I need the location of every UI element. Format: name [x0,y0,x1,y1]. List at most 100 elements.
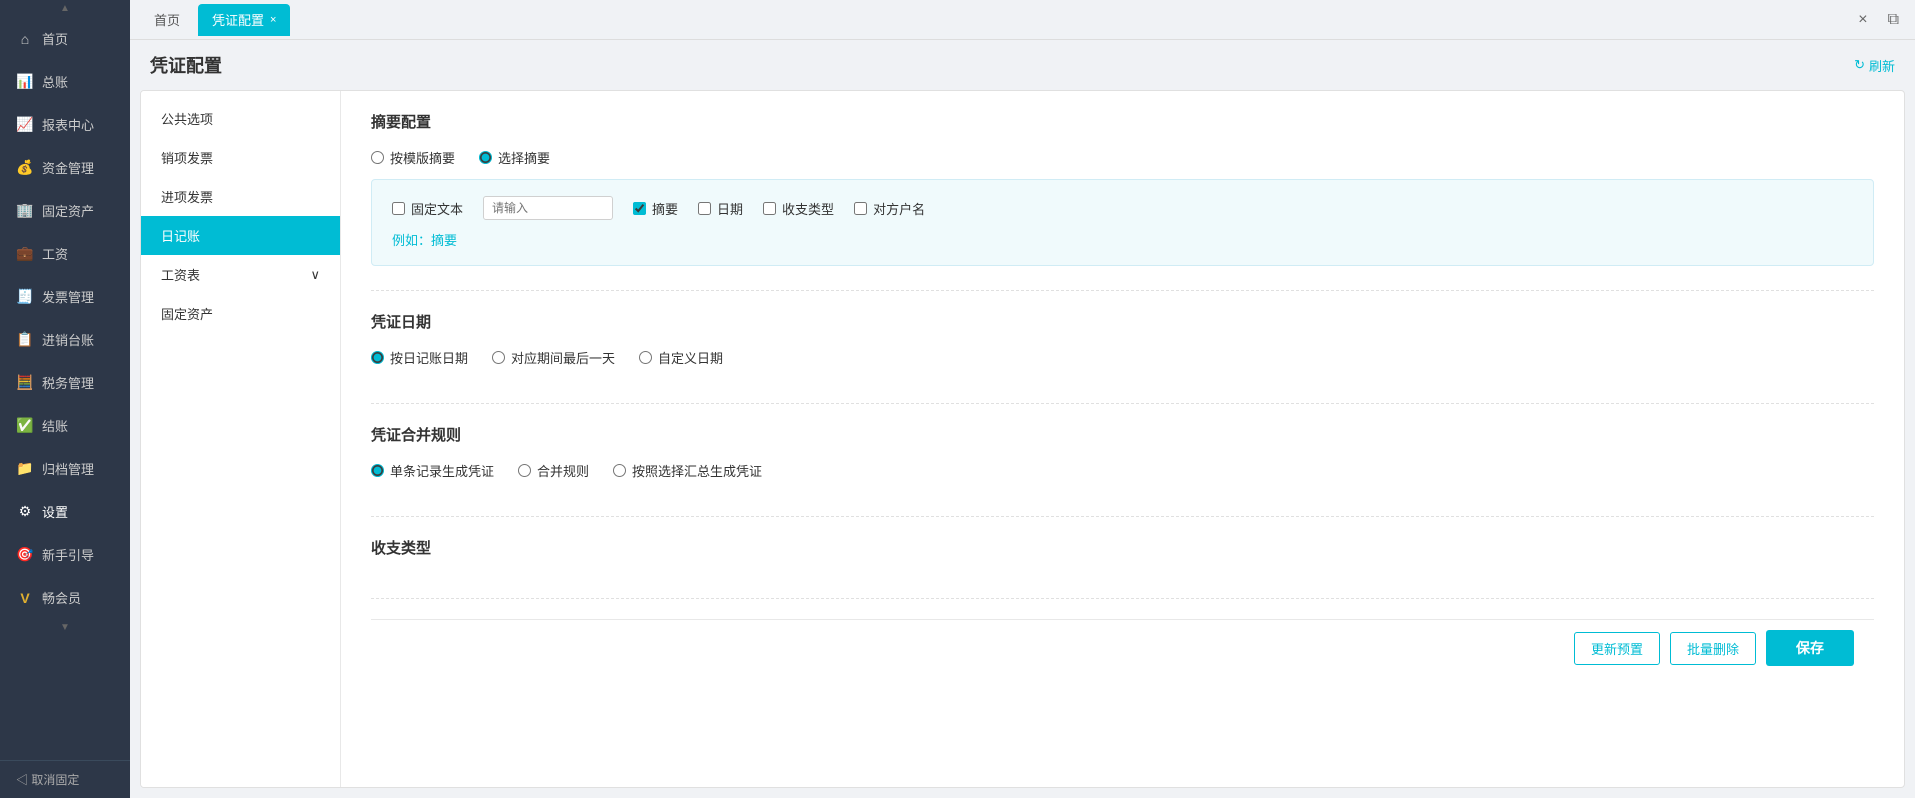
sidebar-item-member[interactable]: V 畅会员 [0,576,130,619]
tab-home[interactable]: 首页 [140,4,194,36]
fund-management-icon: 💰 [16,159,34,176]
radio-select-summary[interactable]: 选择摘要 [479,148,550,167]
home-icon: ⌂ [16,31,34,47]
restore-window-button[interactable]: ⧉ [1882,9,1905,31]
sales-ledger-icon: 📋 [16,331,34,348]
beginner-guide-icon: 🎯 [16,546,34,563]
tax-management-icon: 🧮 [16,374,34,391]
checkbox-date[interactable]: 日期 [698,199,743,218]
radio-by-journal-date[interactable]: 按日记账日期 [371,348,468,367]
payroll-icon: 💼 [16,245,34,262]
archive-management-icon: 📁 [16,460,34,477]
settlement-icon: ✅ [16,417,34,434]
fixed-text-input[interactable] [483,196,613,220]
refresh-icon: ↻ [1854,57,1865,73]
sidebar-item-archive-management[interactable]: 📁 归档管理 [0,447,130,490]
cancel-pin-button[interactable]: ◁ 取消固定 [0,760,130,798]
radio-last-day-of-period[interactable]: 对应期间最后一天 [492,348,615,367]
sidebar-scroll-down[interactable]: ▼ [0,619,130,636]
checkbox-counterparty-name-input[interactable] [854,202,867,215]
save-button[interactable]: 保存 [1766,630,1854,666]
checkbox-income-expense-type[interactable]: 收支类型 [763,199,834,218]
page-content: 凭证配置 ↻ 刷新 公共选项 销项发票 进项发票 日记账 [130,40,1915,798]
sidebar-item-settlement[interactable]: ✅ 结账 [0,404,130,447]
sidebar-item-payroll[interactable]: 💼 工资 [0,232,130,275]
radio-single-record-input[interactable] [371,464,384,477]
voucher-date-radio-group: 按日记账日期 对应期间最后一天 自定义日期 [371,348,1874,367]
radio-select-aggregate[interactable]: 按照选择汇总生成凭证 [613,461,762,480]
checkbox-income-expense-type-input[interactable] [763,202,776,215]
radio-template-summary[interactable]: 按模版摘要 [371,148,455,167]
sidebar-item-tax-management[interactable]: 🧮 税务管理 [0,361,130,404]
checkbox-date-input[interactable] [698,202,711,215]
sidebar-item-settings[interactable]: ⚙ 设置 [0,490,130,533]
menu-item-journal[interactable]: 日记账 [141,216,340,255]
voucher-merge-rule-radio-group: 单条记录生成凭证 合并规则 按照选择汇总生成凭证 [371,461,1874,480]
update-preview-button[interactable]: 更新预置 [1574,632,1660,665]
chevron-down-icon: ∨ [310,267,320,283]
summary-config-radio-group: 按模版摘要 选择摘要 [371,148,1874,167]
radio-template-summary-input[interactable] [371,151,384,164]
sidebar-item-fixed-assets[interactable]: 🏢 固定资产 [0,189,130,232]
voucher-date-title: 凭证日期 [371,311,1874,332]
menu-item-payroll-table[interactable]: 工资表 ∨ [141,255,340,294]
fixed-assets-icon: 🏢 [16,202,34,219]
checkbox-fixed-text[interactable]: 固定文本 [392,199,463,218]
example-text: 例如：摘要 [392,230,1853,249]
income-expense-type-title: 收支类型 [371,537,1874,558]
page-title: 凭证配置 [150,52,222,78]
voucher-merge-rule-title: 凭证合并规则 [371,424,1874,445]
radio-merge-rule[interactable]: 合并规则 [518,461,589,480]
tab-voucher-config[interactable]: 凭证配置 × [198,4,290,36]
section-summary-config: 摘要配置 按模版摘要 选择摘要 [371,111,1874,291]
page-header: 凭证配置 ↻ 刷新 [130,40,1915,90]
section-voucher-date: 凭证日期 按日记账日期 对应期间最后一天 自定义日期 [371,311,1874,404]
checkbox-summary[interactable]: 摘要 [633,199,678,218]
sidebar-item-beginner-guide[interactable]: 🎯 新手引导 [0,533,130,576]
sidebar-item-home[interactable]: ⌂ 首页 [0,17,130,60]
tab-close-button[interactable]: × [270,14,276,26]
batch-delete-button[interactable]: 批量删除 [1670,632,1756,665]
menu-item-fixed-assets[interactable]: 固定资产 [141,294,340,333]
pin-icon: ◁ [16,773,31,787]
checkbox-counterparty-name[interactable]: 对方户名 [854,199,925,218]
radio-custom-date[interactable]: 自定义日期 [639,348,723,367]
radio-last-day-of-period-input[interactable] [492,351,505,364]
menu-item-purchase-invoice[interactable]: 进项发票 [141,177,340,216]
report-center-icon: 📈 [16,116,34,133]
summary-checkbox-area: 固定文本 摘要 日期 [371,179,1874,266]
sidebar-item-sales-ledger[interactable]: 📋 进销台账 [0,318,130,361]
radio-by-journal-date-input[interactable] [371,351,384,364]
radio-merge-rule-input[interactable] [518,464,531,477]
sidebar-scroll-up[interactable]: ▲ [0,0,130,17]
sidebar-item-report-center[interactable]: 📈 报表中心 [0,103,130,146]
sidebar-item-invoice-management[interactable]: 🧾 发票管理 [0,275,130,318]
radio-single-record[interactable]: 单条记录生成凭证 [371,461,494,480]
summary-config-title: 摘要配置 [371,111,1874,132]
bottom-action-bar: 更新预置 批量删除 保存 [371,619,1874,676]
tab-bar-actions: × ⧉ [1852,9,1905,31]
main-area: 首页 凭证配置 × × ⧉ 凭证配置 ↻ 刷新 公共选项 [130,0,1915,798]
settings-icon: ⚙ [16,503,34,520]
radio-select-summary-input[interactable] [479,151,492,164]
left-menu: 公共选项 销项发票 进项发票 日记账 工资表 ∨ 固定资产 [141,91,341,787]
checkbox-row: 固定文本 摘要 日期 [392,196,1853,220]
radio-select-aggregate-input[interactable] [613,464,626,477]
close-window-button[interactable]: × [1852,9,1873,31]
checkbox-fixed-text-input[interactable] [392,202,405,215]
radio-custom-date-input[interactable] [639,351,652,364]
right-content: 摘要配置 按模版摘要 选择摘要 [341,91,1904,787]
tab-bar: 首页 凭证配置 × × ⧉ [130,0,1915,40]
checkbox-summary-input[interactable] [633,202,646,215]
refresh-button[interactable]: ↻ 刷新 [1854,56,1895,75]
content-body: 公共选项 销项发票 进项发票 日记账 工资表 ∨ 固定资产 [140,90,1905,788]
invoice-management-icon: 🧾 [16,288,34,305]
sidebar-item-general-ledger[interactable]: 📊 总账 [0,60,130,103]
sidebar-item-fund-management[interactable]: 💰 资金管理 [0,146,130,189]
section-voucher-merge-rule: 凭证合并规则 单条记录生成凭证 合并规则 按照选择汇总生成凭证 [371,424,1874,517]
section-income-expense-type: 收支类型 [371,537,1874,599]
menu-item-sales-invoice[interactable]: 销项发票 [141,138,340,177]
member-icon: V [16,590,34,606]
menu-item-public-options[interactable]: 公共选项 [141,99,340,138]
sidebar: ▲ ⌂ 首页 📊 总账 📈 报表中心 💰 资金管理 🏢 固定资产 💼 工资 🧾 … [0,0,130,798]
